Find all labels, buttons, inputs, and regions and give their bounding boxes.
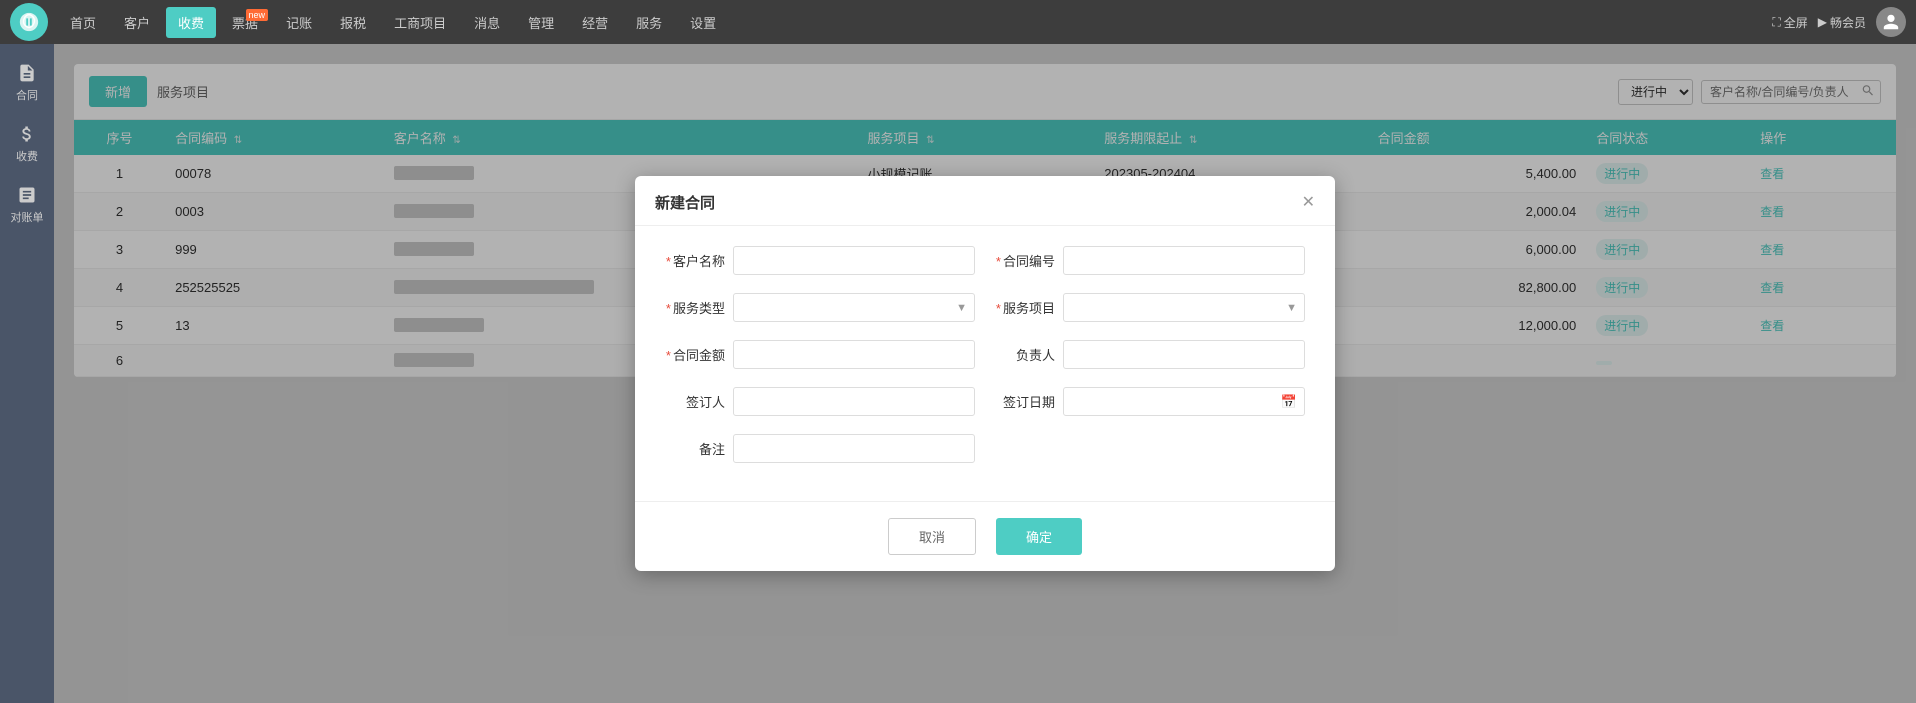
fee-icon [16, 123, 38, 145]
required-star-4: * [996, 301, 1001, 316]
app-logo [10, 3, 48, 41]
nav-item-manage[interactable]: 管理 [516, 7, 566, 38]
nav-item-operation[interactable]: 经营 [570, 7, 620, 38]
customer-name-label: *客户名称 [665, 251, 725, 270]
form-row-5: 备注 [665, 434, 1305, 463]
field-contract-no: *合同编号 [995, 246, 1305, 275]
nav-item-ticket[interactable]: 票据 new [220, 7, 270, 38]
service-item-select-wrapper: ▼ [1063, 293, 1305, 322]
sidebar-reconcile-label: 对账单 [11, 209, 44, 225]
nav-item-tax[interactable]: 报税 [328, 7, 378, 38]
nav-item-home[interactable]: 首页 [58, 7, 108, 38]
remark-label: 备注 [665, 439, 725, 458]
service-item-select[interactable] [1063, 293, 1305, 322]
main-layout: 合同 收费 对账单 新增 服务项目 进行中 已完成 [0, 44, 1916, 703]
sidebar-item-contract[interactable]: 合同 [2, 54, 52, 111]
contract-no-label: *合同编号 [995, 251, 1055, 270]
fullscreen-button[interactable]: ⛶ 全屏 [1772, 14, 1807, 31]
nav-item-invoice[interactable]: 收费 [166, 7, 216, 38]
sign-date-label: 签订日期 [995, 392, 1055, 411]
service-type-label: *服务类型 [665, 298, 725, 317]
field-customer-name: *客户名称 [665, 246, 975, 275]
new-badge: new [246, 9, 269, 21]
field-service-item: *服务项目 ▼ [995, 293, 1305, 322]
fullscreen-label: 全屏 [1784, 14, 1808, 31]
responsible-input[interactable] [1063, 340, 1305, 369]
form-row-4: 签订人 签订日期 2023-06-06 📅 [665, 387, 1305, 416]
cancel-button[interactable]: 取消 [888, 518, 976, 555]
sidebar-item-reconcile[interactable]: 对账单 [2, 176, 52, 233]
service-item-label: *服务项目 [995, 298, 1055, 317]
customer-name-input[interactable] [733, 246, 975, 275]
nav-right-actions: ⛶ 全屏 ▶ 畅会员 [1772, 7, 1906, 37]
reconcile-icon [16, 184, 38, 206]
confirm-button[interactable]: 确定 [996, 518, 1082, 555]
form-row-1: *客户名称 *合同编号 [665, 246, 1305, 275]
contract-amount-input[interactable]: 0.00 [733, 340, 975, 369]
modal-header: 新建合同 ✕ [635, 176, 1335, 226]
play-icon: ▶ [1818, 15, 1827, 29]
field-service-type: *服务类型 ▼ [665, 293, 975, 322]
amount-label: *合同金额 [665, 345, 725, 364]
member-button[interactable]: ▶ 畅会员 [1818, 14, 1866, 31]
nav-item-service[interactable]: 服务 [624, 7, 674, 38]
fullscreen-icon: ⛶ [1772, 15, 1780, 30]
sidebar-contract-label: 合同 [16, 87, 38, 103]
sidebar-fee-label: 收费 [16, 148, 38, 164]
modal-footer: 取消 确定 [635, 501, 1335, 571]
service-type-select-wrapper: ▼ [733, 293, 975, 322]
modal-overlay: 新建合同 ✕ *客户名称 *合同编号 [54, 44, 1916, 703]
contract-icon [16, 62, 38, 84]
service-type-select[interactable] [733, 293, 975, 322]
field-sign-date: 签订日期 2023-06-06 📅 [995, 387, 1305, 416]
form-row-2: *服务类型 ▼ *服务项目 [665, 293, 1305, 322]
field-amount: *合同金额 0.00 [665, 340, 975, 369]
required-star-1: * [666, 254, 671, 269]
sidebar: 合同 收费 对账单 [0, 44, 54, 703]
contract-no-input[interactable] [1063, 246, 1305, 275]
nav-item-settings[interactable]: 设置 [678, 7, 728, 38]
field-responsible: 负责人 [995, 340, 1305, 369]
sign-date-wrapper: 2023-06-06 📅 [1063, 387, 1305, 416]
field-remark: 备注 [665, 434, 975, 463]
field-signer: 签订人 [665, 387, 975, 416]
responsible-label: 负责人 [995, 345, 1055, 364]
signer-input[interactable] [733, 387, 975, 416]
required-star-2: * [996, 254, 1001, 269]
sidebar-item-fee[interactable]: 收费 [2, 115, 52, 172]
new-contract-modal: 新建合同 ✕ *客户名称 *合同编号 [635, 176, 1335, 571]
modal-body: *客户名称 *合同编号 [635, 226, 1335, 501]
nav-menu: 首页 客户 收费 票据 new 记账 报税 工商项目 消息 管理 经营 服务 设… [58, 7, 1772, 38]
form-row-3: *合同金额 0.00 负责人 [665, 340, 1305, 369]
signer-label: 签订人 [665, 392, 725, 411]
remark-input[interactable] [733, 434, 975, 463]
nav-item-customer[interactable]: 客户 [112, 7, 162, 38]
required-star-5: * [666, 348, 671, 363]
sign-date-input[interactable]: 2023-06-06 [1063, 387, 1305, 416]
main-content: 新增 服务项目 进行中 已完成 已终止 [54, 44, 1916, 703]
nav-item-ledger[interactable]: 记账 [274, 7, 324, 38]
member-label: 畅会员 [1830, 14, 1866, 31]
modal-title: 新建合同 [655, 192, 715, 213]
required-star-3: * [666, 301, 671, 316]
top-navigation: 首页 客户 收费 票据 new 记账 报税 工商项目 消息 管理 经营 服务 设… [0, 0, 1916, 44]
avatar[interactable] [1876, 7, 1906, 37]
nav-item-industry[interactable]: 工商项目 [382, 7, 458, 38]
modal-close-button[interactable]: ✕ [1302, 195, 1315, 211]
nav-item-message[interactable]: 消息 [462, 7, 512, 38]
